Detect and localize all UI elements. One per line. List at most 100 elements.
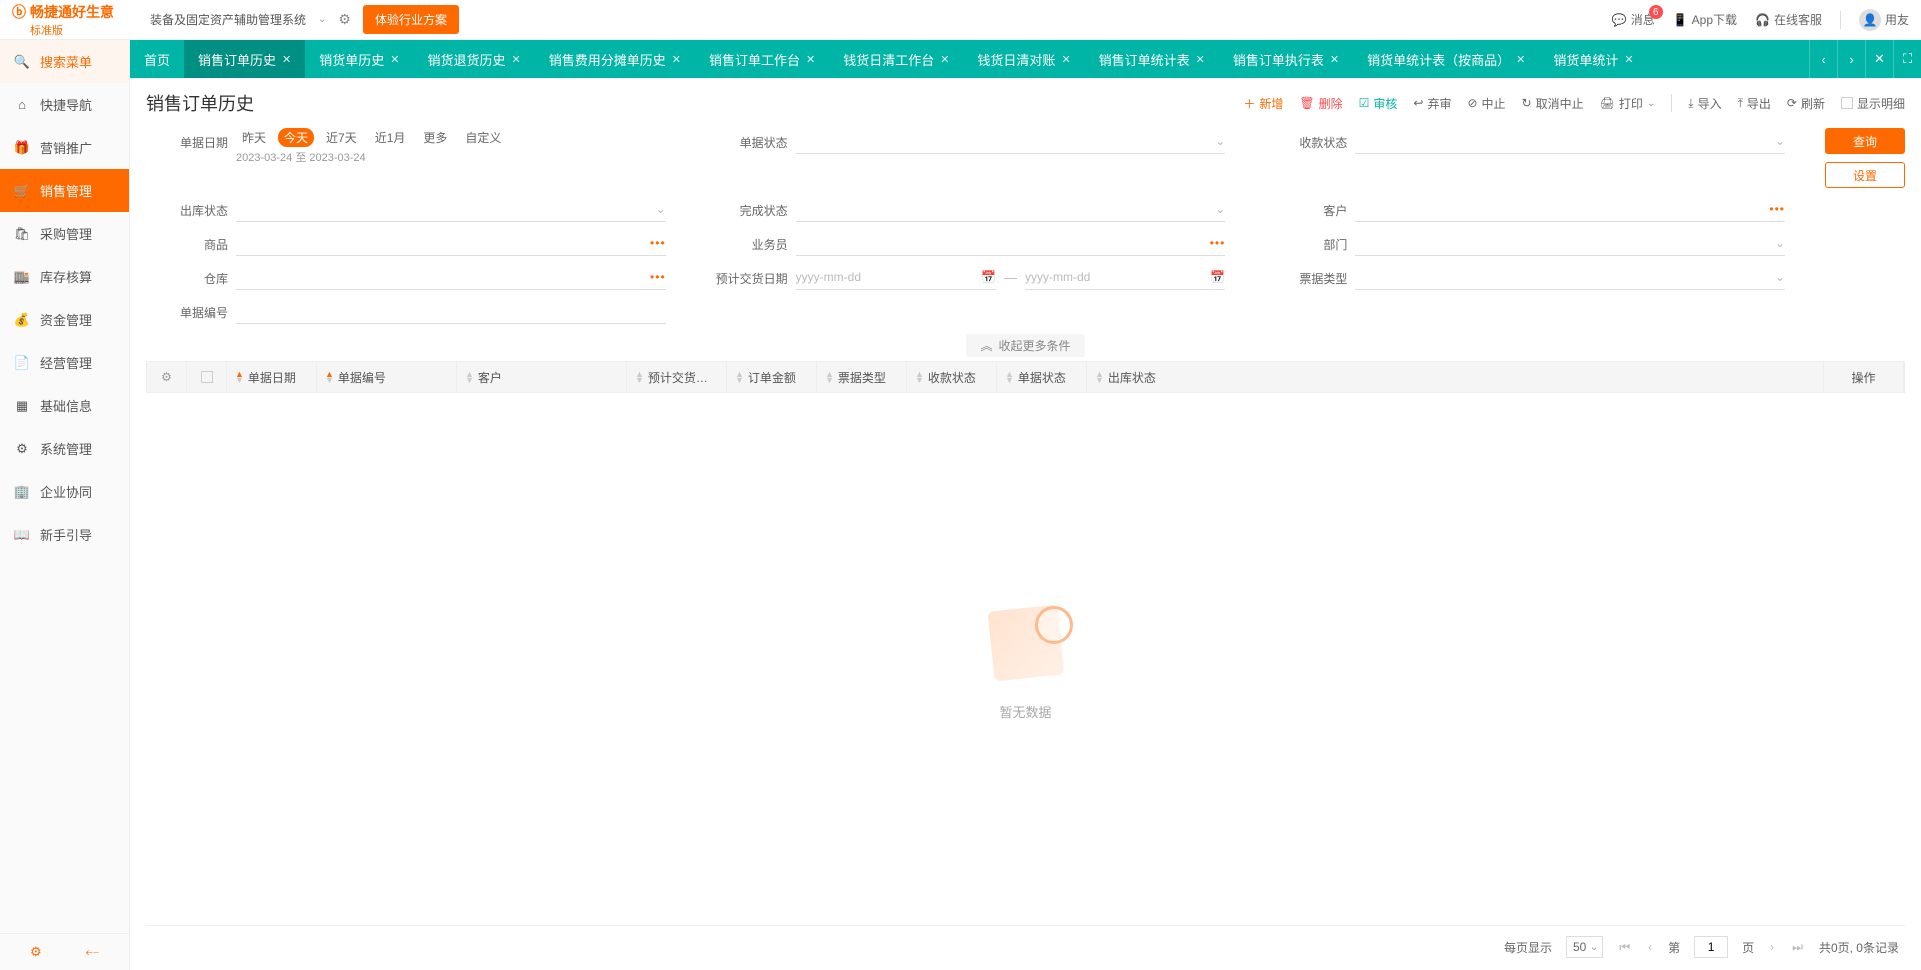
prev-page[interactable]: ‹ bbox=[1646, 940, 1654, 954]
sidebar-item[interactable]: 🛍采购管理 bbox=[0, 212, 129, 255]
date-quick-option[interactable]: 近7天 bbox=[320, 128, 363, 147]
sidebar-item[interactable]: 🏬库存核算 bbox=[0, 255, 129, 298]
th[interactable]: ▲▼订单金额 bbox=[727, 362, 817, 392]
close-icon[interactable]: ✕ bbox=[512, 53, 521, 66]
out-status-select[interactable]: ⌄ bbox=[236, 196, 666, 222]
sidebar-collapse-icon[interactable]: ⤌ bbox=[86, 944, 100, 960]
close-icon[interactable]: ✕ bbox=[282, 53, 291, 66]
th[interactable]: ▲▼单据状态 bbox=[997, 362, 1087, 392]
sort-icon: ▲▼ bbox=[635, 371, 644, 383]
close-icon[interactable]: ✕ bbox=[1196, 53, 1205, 66]
refresh-button[interactable]: ⟳刷新 bbox=[1787, 95, 1825, 112]
export-button[interactable]: ⤒导出 bbox=[1738, 95, 1771, 112]
query-button[interactable]: 查询 bbox=[1825, 128, 1905, 154]
date-quick-option[interactable]: 近1月 bbox=[369, 128, 412, 147]
tab[interactable]: 销售订单统计表✕ bbox=[1085, 40, 1219, 78]
th[interactable]: ▲▼单据编号 bbox=[317, 362, 457, 392]
close-icon[interactable]: ✕ bbox=[1516, 53, 1525, 66]
last-page[interactable]: ⏭ bbox=[1790, 940, 1805, 955]
sidebar-item[interactable]: 📄经营管理 bbox=[0, 341, 129, 384]
tab[interactable]: 销售费用分摊单历史✕ bbox=[535, 40, 695, 78]
page-size-select[interactable]: 50 bbox=[1566, 936, 1603, 958]
ticket-type-select[interactable]: ⌄ bbox=[1355, 264, 1785, 290]
bill-no-input[interactable] bbox=[236, 298, 666, 324]
th[interactable]: ▲▼收款状态 bbox=[907, 362, 997, 392]
experience-button[interactable]: 体验行业方案 bbox=[363, 5, 459, 34]
close-icon[interactable]: ✕ bbox=[1330, 53, 1339, 66]
gear-icon[interactable]: ⚙ bbox=[338, 11, 351, 28]
tab-scroll-right[interactable]: › bbox=[1837, 40, 1865, 78]
sidebar-item[interactable]: ⌂快捷导航 bbox=[0, 83, 129, 126]
customer-select[interactable]: ••• bbox=[1355, 196, 1785, 222]
th[interactable]: ▲▼出库状态 bbox=[1087, 362, 1824, 392]
sort-icon: ▲▼ bbox=[465, 371, 474, 383]
close-icon[interactable]: ✕ bbox=[940, 53, 949, 66]
th[interactable]: ▲▼客户 bbox=[457, 362, 627, 392]
tab[interactable]: 钱货日清工作台✕ bbox=[829, 40, 963, 78]
salesman-select[interactable]: ••• bbox=[796, 230, 1226, 256]
sidebar-item[interactable]: 🎁营销推广 bbox=[0, 126, 129, 169]
import-button[interactable]: ⤓导入 bbox=[1688, 95, 1721, 112]
date-quick-option[interactable]: 昨天 bbox=[236, 128, 272, 147]
user-menu[interactable]: 👤用友 bbox=[1859, 9, 1909, 31]
tab[interactable]: 销货单统计✕ bbox=[1539, 40, 1647, 78]
sidebar-item[interactable]: 🛒销售管理 bbox=[0, 169, 129, 212]
sidebar-item[interactable]: 🏢企业协同 bbox=[0, 470, 129, 513]
th[interactable]: ▲▼预计交货… bbox=[627, 362, 727, 392]
next-page[interactable]: › bbox=[1768, 940, 1776, 954]
sidebar-item[interactable]: ▦基础信息 bbox=[0, 384, 129, 427]
collapse-conditions[interactable]: ︽收起更多条件 bbox=[966, 334, 1084, 357]
th[interactable]: ▲▼票据类型 bbox=[817, 362, 907, 392]
online-cs-link[interactable]: 🎧在线客服 bbox=[1755, 11, 1822, 28]
sidebar-item[interactable]: 📖新手引导 bbox=[0, 513, 129, 556]
messages-link[interactable]: 💬 消息 6 bbox=[1612, 11, 1655, 28]
tab-scroll-left[interactable]: ‹ bbox=[1809, 40, 1837, 78]
date-quick-option[interactable]: 更多 bbox=[417, 128, 453, 147]
bill-status-select[interactable]: ⌄ bbox=[796, 128, 1226, 154]
goods-select[interactable]: ••• bbox=[236, 230, 666, 256]
close-icon[interactable]: ✕ bbox=[1624, 53, 1633, 66]
tab[interactable]: 首页 bbox=[130, 40, 184, 78]
th[interactable]: ▲▼单据日期 bbox=[227, 362, 317, 392]
tab-fullscreen[interactable]: ⛶ bbox=[1893, 40, 1921, 78]
abandon-button[interactable]: ↩弃审 bbox=[1413, 95, 1451, 112]
select-all-checkbox[interactable] bbox=[187, 362, 227, 392]
tab[interactable]: 销货单历史✕ bbox=[305, 40, 413, 78]
date-quick-option[interactable]: 自定义 bbox=[459, 128, 507, 147]
tab[interactable]: 钱货日清对账✕ bbox=[963, 40, 1084, 78]
print-button[interactable]: 🖨打印⌄ bbox=[1600, 95, 1656, 112]
sidebar-item[interactable]: 💰资金管理 bbox=[0, 298, 129, 341]
tab[interactable]: 销售订单工作台✕ bbox=[695, 40, 829, 78]
department-select[interactable]: ⌄ bbox=[1355, 230, 1785, 256]
pay-status-select[interactable]: ⌄ bbox=[1355, 128, 1785, 154]
expect-date-from[interactable]: yyyy-mm-dd📅 bbox=[796, 264, 996, 290]
close-icon[interactable]: ✕ bbox=[1061, 53, 1070, 66]
stop-button[interactable]: ⊘中止 bbox=[1467, 95, 1505, 112]
tab[interactable]: 销货退货历史✕ bbox=[413, 40, 534, 78]
close-icon[interactable]: ✕ bbox=[806, 53, 815, 66]
system-select[interactable]: 装备及固定资产辅助管理系统 ⌄ ⚙ 体验行业方案 bbox=[150, 5, 459, 34]
expect-date-to[interactable]: yyyy-mm-dd📅 bbox=[1025, 264, 1225, 290]
warehouse-select[interactable]: ••• bbox=[236, 264, 666, 290]
table-settings-icon[interactable]: ⚙ bbox=[147, 362, 187, 392]
audit-button[interactable]: ☑审核 bbox=[1359, 95, 1398, 112]
cancel-stop-button[interactable]: ↻取消中止 bbox=[1522, 95, 1584, 112]
page-input[interactable] bbox=[1694, 936, 1728, 958]
tab[interactable]: 销售订单历史✕ bbox=[184, 40, 305, 78]
tab-close-all[interactable]: ✕ bbox=[1865, 40, 1893, 78]
tab[interactable]: 销货单统计表（按商品）✕ bbox=[1353, 40, 1539, 78]
show-detail-toggle[interactable]: 显示明细 bbox=[1841, 95, 1905, 112]
sidebar-search[interactable]: 🔍 搜索菜单 bbox=[0, 40, 129, 83]
tab[interactable]: 销售订单执行表✕ bbox=[1219, 40, 1353, 78]
close-icon[interactable]: ✕ bbox=[390, 53, 399, 66]
add-button[interactable]: ＋新增 bbox=[1243, 95, 1283, 112]
sidebar-settings-icon[interactable]: ⚙ bbox=[30, 944, 42, 960]
close-icon[interactable]: ✕ bbox=[672, 53, 681, 66]
delete-button[interactable]: 🗑删除 bbox=[1299, 95, 1342, 112]
settings-button[interactable]: 设置 bbox=[1825, 162, 1905, 188]
first-page[interactable]: ⏮ bbox=[1617, 940, 1632, 955]
app-download-link[interactable]: 📱App下载 bbox=[1673, 11, 1737, 28]
date-quick-option[interactable]: 今天 bbox=[278, 128, 314, 147]
sidebar-item[interactable]: ⚙系统管理 bbox=[0, 427, 129, 470]
finish-status-select[interactable]: ⌄ bbox=[796, 196, 1226, 222]
